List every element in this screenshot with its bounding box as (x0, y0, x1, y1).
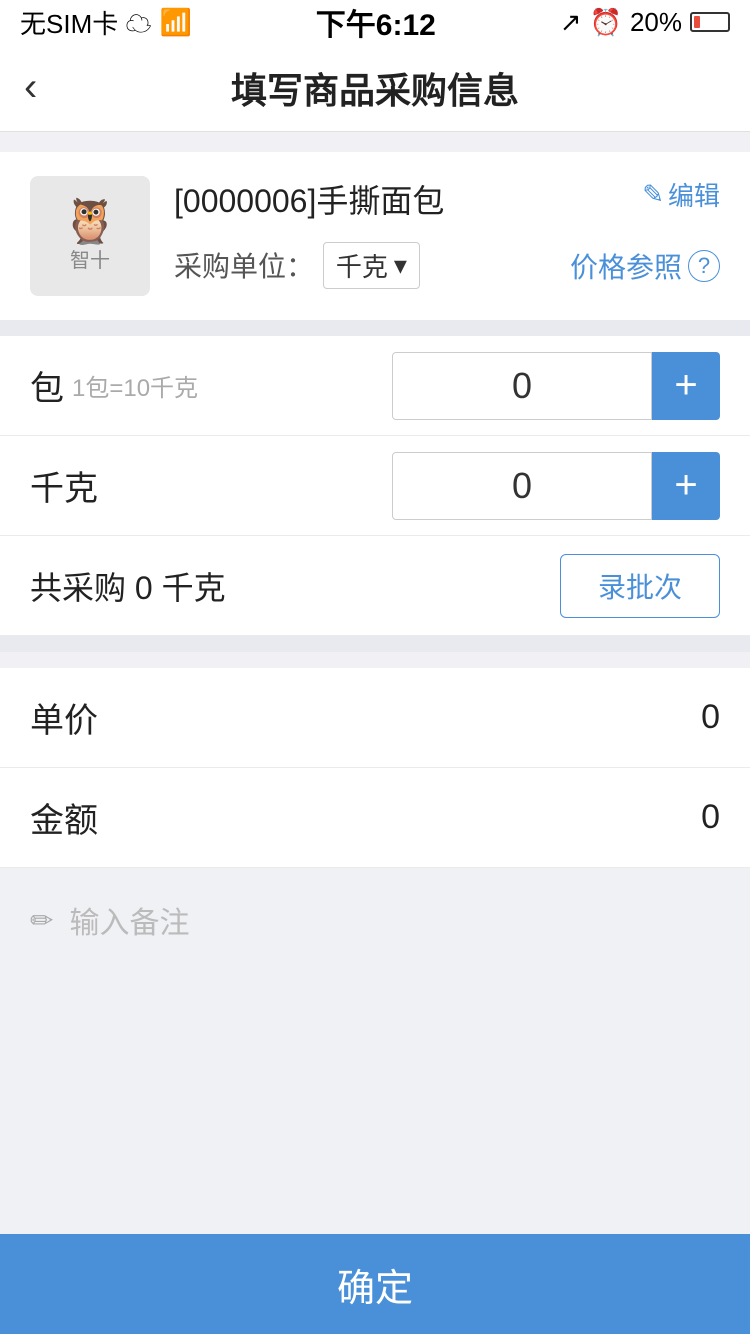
unit-select[interactable]: 千克 ▾ (323, 242, 420, 289)
help-icon: ? (688, 250, 720, 282)
kg-field-wrap: 0 + (98, 452, 720, 520)
remark-placeholder: 输入备注 (69, 898, 189, 942)
amount-row: 金额 0 (0, 768, 750, 868)
pencil-icon: ✏ (30, 904, 53, 937)
kg-input-row: 千克 0 + (0, 436, 750, 536)
sim-label: 无SIM卡 ☁ (20, 4, 151, 41)
unit-label: 采购单位： (174, 251, 314, 282)
product-logo: 🦉 (63, 200, 118, 244)
amount-value: 0 (701, 798, 720, 837)
input-section: 包 1包=10千克 0 + 千克 0 + 共采购 0 千克 录批次 (0, 336, 750, 636)
price-info-section: 单价 0 金额 0 (0, 668, 750, 868)
page-title: 填写商品采购信息 (231, 62, 519, 114)
confirm-button[interactable]: 确定 (0, 1234, 750, 1334)
product-logo-label: 智十 (63, 244, 118, 273)
product-name-row: [0000006]手撕面包 ✎ 编辑 (174, 176, 720, 222)
unit-price-row: 单价 0 (0, 668, 750, 768)
unit-value: 千克 (336, 247, 388, 284)
location-icon: ↗ (560, 7, 582, 38)
edit-icon: ✎ (642, 179, 664, 210)
back-button[interactable]: ‹ (24, 65, 37, 110)
product-info: [0000006]手撕面包 ✎ 编辑 采购单位： 千克 ▾ 价格参照 ? (174, 176, 720, 289)
bag-input[interactable]: 0 (392, 352, 652, 420)
bag-field-wrap: 0 + (198, 352, 720, 420)
status-time: 下午6:12 (316, 0, 436, 44)
total-row: 共采购 0 千克 录批次 (0, 536, 750, 636)
nav-bar: ‹ 填写商品采购信息 (0, 44, 750, 132)
edit-label: 编辑 (668, 176, 720, 213)
status-bar: 无SIM卡 ☁ 📶 下午6:12 ↗ ⏰ 20% (0, 0, 750, 44)
section-divider-2 (0, 636, 750, 652)
alarm-icon: ⏰ (590, 7, 622, 38)
section-divider-1 (0, 320, 750, 336)
status-right: ↗ ⏰ 20% (560, 7, 730, 38)
total-text: 共采购 0 千克 (30, 563, 226, 609)
kg-plus-button[interactable]: + (652, 452, 720, 520)
status-left: 无SIM卡 ☁ 📶 (20, 4, 192, 41)
remark-section[interactable]: ✏ 输入备注 (0, 868, 750, 972)
amount-label: 金额 (30, 793, 98, 842)
kg-label: 千克 (30, 461, 98, 510)
dropdown-icon: ▾ (394, 250, 407, 281)
bag-sublabel: 1包=10千克 (72, 368, 198, 403)
battery-percent: 20% (630, 7, 682, 38)
battery-icon (690, 12, 730, 32)
product-card: 🦉 智十 [0000006]手撕面包 ✎ 编辑 采购单位： 千克 ▾ 价格参照 … (0, 152, 750, 320)
unit-label-wrap: 采购单位： 千克 ▾ (174, 242, 420, 289)
bag-input-row: 包 1包=10千克 0 + (0, 336, 750, 436)
product-unit-row: 采购单位： 千克 ▾ 价格参照 ? (174, 242, 720, 289)
product-image: 🦉 智十 (30, 176, 150, 296)
price-ref-button[interactable]: 价格参照 ? (570, 246, 720, 286)
bag-plus-button[interactable]: + (652, 352, 720, 420)
edit-button[interactable]: ✎ 编辑 (642, 176, 720, 213)
price-ref-label: 价格参照 (570, 246, 682, 286)
unit-price-label: 单价 (30, 693, 98, 742)
kg-input[interactable]: 0 (392, 452, 652, 520)
bag-label: 包 (30, 361, 64, 410)
record-batch-button[interactable]: 录批次 (560, 554, 720, 618)
unit-price-value: 0 (701, 698, 720, 737)
wifi-icon: 📶 (159, 7, 191, 38)
product-name: [0000006]手撕面包 (174, 176, 444, 222)
